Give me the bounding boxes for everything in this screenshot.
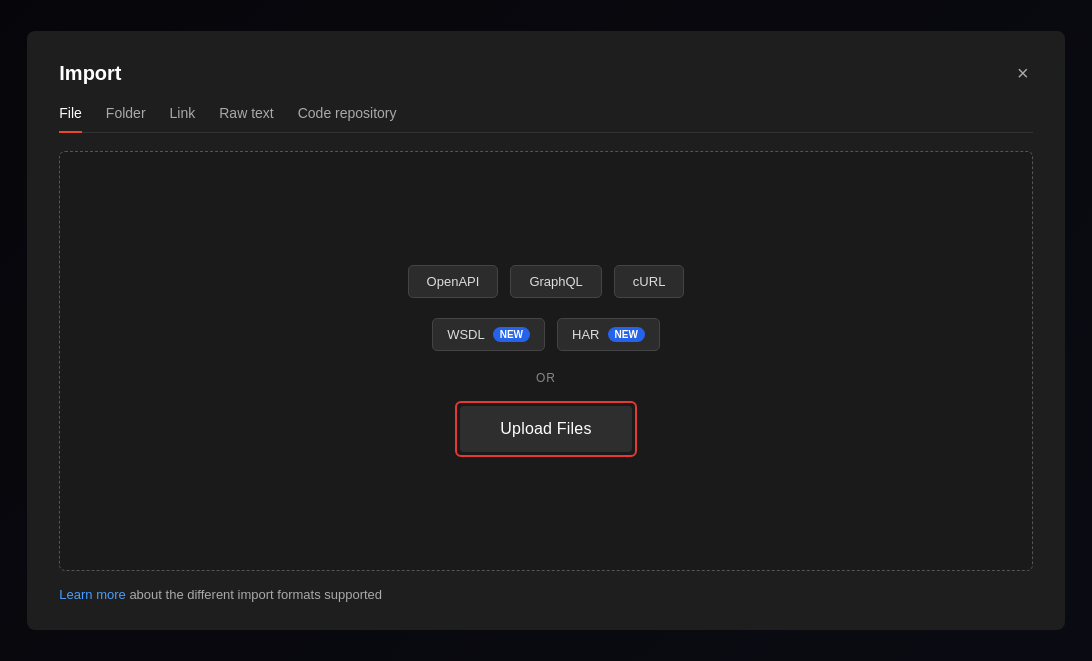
chip-wsdl-badge: NEW: [493, 327, 530, 342]
tab-code-repository[interactable]: Code repository: [298, 105, 397, 133]
footer-text: Learn more about the different import fo…: [59, 587, 1032, 602]
chip-wsdl-label: WSDL: [447, 327, 485, 342]
format-chips-row2: WSDL NEW HAR NEW: [432, 318, 660, 351]
chip-graphql[interactable]: GraphQL: [510, 265, 601, 298]
chip-curl[interactable]: cURL: [614, 265, 685, 298]
drop-zone[interactable]: OpenAPI GraphQL cURL WSDL NEW HAR NEW OR…: [59, 151, 1032, 571]
upload-files-button[interactable]: Upload Files: [460, 406, 631, 452]
modal-title: Import: [59, 62, 121, 85]
chip-openapi[interactable]: OpenAPI: [408, 265, 499, 298]
close-button[interactable]: ×: [1013, 59, 1033, 87]
import-modal: Import × File Folder Link Raw text Code …: [27, 31, 1064, 630]
modal-overlay: Import × File Folder Link Raw text Code …: [0, 0, 1092, 661]
tab-folder[interactable]: Folder: [106, 105, 146, 133]
tab-raw-text[interactable]: Raw text: [219, 105, 273, 133]
or-divider: OR: [536, 371, 556, 385]
chip-har[interactable]: HAR NEW: [557, 318, 660, 351]
chip-har-badge: NEW: [608, 327, 645, 342]
footer-rest: about the different import formats suppo…: [126, 587, 382, 602]
chip-wsdl[interactable]: WSDL NEW: [432, 318, 545, 351]
upload-button-wrapper: Upload Files: [455, 401, 636, 457]
modal-header: Import ×: [59, 59, 1032, 87]
tab-bar: File Folder Link Raw text Code repositor…: [59, 105, 1032, 133]
tab-link[interactable]: Link: [170, 105, 196, 133]
tab-file[interactable]: File: [59, 105, 82, 133]
learn-more-link[interactable]: Learn more: [59, 587, 125, 602]
chip-har-label: HAR: [572, 327, 599, 342]
format-chips-row1: OpenAPI GraphQL cURL: [408, 265, 685, 298]
